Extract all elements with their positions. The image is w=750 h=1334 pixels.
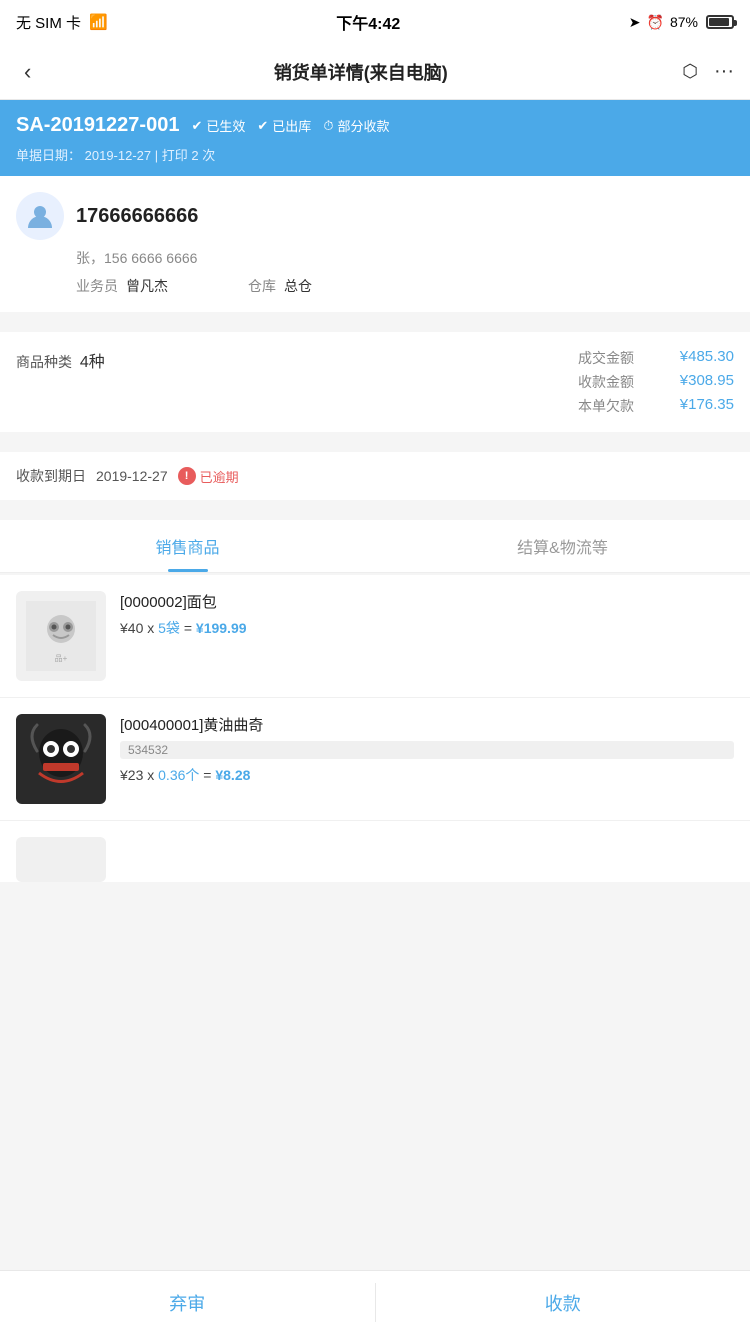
effective-icon: ✔ [191, 118, 202, 134]
category-count: 4种 [80, 354, 105, 371]
debt-row: 本单欠款 ¥176.35 [578, 396, 734, 416]
product-thumb-1: 品+ [16, 591, 106, 681]
battery-icon [706, 15, 734, 29]
status-left: 无 SIM 卡 📶 [16, 12, 108, 33]
sales-detail: 业务员 曾凡杰 [76, 276, 168, 296]
due-section: 收款到期日 2019-12-27 ! 已逾期 [0, 452, 750, 500]
nav-bar: ‹ 销货单详情(来自电脑) ⬡ ··· [0, 44, 750, 100]
divider-1 [0, 312, 750, 322]
product-price-1: ¥40 x 5袋 = ¥199.99 [120, 618, 734, 638]
warehouse-detail: 仓库 总仓 [248, 276, 312, 296]
badge-shipped: ✔ 已出库 [257, 116, 311, 135]
received-value: ¥308.95 [654, 372, 734, 392]
product-thumb-2 [16, 714, 106, 804]
product-qty-1: 5袋 [158, 620, 180, 636]
wifi-icon: 📶 [89, 13, 108, 31]
amount-label: 成交金额 [578, 348, 634, 368]
tabs-section: 销售商品 结算&物流等 [0, 520, 750, 573]
abandon-review-button[interactable]: 弃审 [0, 1271, 375, 1334]
tab-active-indicator [168, 569, 208, 572]
divider-2 [0, 432, 750, 442]
product-total-1: ¥199.99 [196, 620, 247, 636]
product-info-2: [000400001]黄油曲奇 534532 ¥23 x 0.36个 = ¥8.… [120, 714, 734, 804]
sales-label: 业务员 [76, 276, 118, 296]
tab-settlement[interactable]: 结算&物流等 [375, 520, 750, 572]
more-button[interactable]: ··· [714, 60, 734, 83]
status-bar: 无 SIM 卡 📶 下午4:42 ➤ ⏰ 87% [0, 0, 750, 44]
tab-sales-products[interactable]: 销售商品 [0, 520, 375, 572]
amount-value: ¥485.30 [654, 348, 734, 368]
products-section: 品+ [0000002]面包 ¥40 x 5袋 = ¥199.99 [0, 575, 750, 882]
debt-label: 本单欠款 [578, 396, 634, 416]
overdue-badge: ! 已逾期 [178, 467, 239, 486]
customer-section: 17666666666 张，156 6666 6666 业务员 曾凡杰 仓库 总… [0, 176, 750, 312]
customer-name-phone: 张，156 6666 6666 [76, 248, 734, 268]
nav-actions: ⬡ ··· [682, 60, 734, 83]
status-right: ➤ ⏰ 87% [629, 14, 734, 31]
partial-icon: ⏱ [323, 118, 333, 134]
page-title: 销货单详情(来自电脑) [274, 59, 448, 85]
order-number: SA-20191227-001 [16, 114, 179, 137]
received-label: 收款金额 [578, 372, 634, 392]
category-label: 商品种类 [16, 354, 72, 370]
product-total-2: ¥8.28 [215, 767, 250, 783]
customer-phone: 17666666666 [76, 205, 198, 228]
collect-payment-button[interactable]: 收款 [376, 1271, 750, 1334]
overdue-label: 已逾期 [200, 467, 239, 486]
badge-partial: ⏱ 部分收款 [323, 116, 389, 135]
battery-percent: 87% [670, 14, 698, 30]
product-tag-2: 534532 [120, 741, 734, 759]
location-icon: ➤ [629, 14, 641, 31]
due-date: 2019-12-27 [96, 468, 168, 484]
received-row: 收款金额 ¥308.95 [578, 372, 734, 392]
tabs-row: 销售商品 结算&物流等 [0, 520, 750, 572]
overdue-icon: ! [178, 467, 196, 485]
status-time: 下午4:42 [336, 10, 400, 34]
warehouse-label: 仓库 [248, 276, 276, 296]
carrier-label: 无 SIM 卡 [16, 12, 81, 33]
bottom-bar: 弃审 收款 [0, 1270, 750, 1334]
debt-value: ¥176.35 [654, 396, 734, 416]
back-button[interactable]: ‹ [16, 51, 39, 93]
amount-row: 成交金额 ¥485.30 [578, 348, 734, 368]
svg-text:品+: 品+ [55, 654, 68, 663]
order-meta: 单据日期： 2019-12-27 | 打印 2 次 [16, 145, 734, 164]
customer-row: 17666666666 [16, 192, 734, 240]
product-price-2: ¥23 x 0.36个 = ¥8.28 [120, 765, 734, 785]
product-info-1: [0000002]面包 ¥40 x 5袋 = ¥199.99 [120, 591, 734, 681]
product-qty-2: 0.36个 [158, 767, 199, 783]
avatar [16, 192, 64, 240]
summary-left: 商品种类 4种 [16, 348, 105, 372]
summary-right: 成交金额 ¥485.30 收款金额 ¥308.95 本单欠款 ¥176.35 [578, 348, 734, 416]
badge-effective: ✔ 已生效 [191, 116, 245, 135]
product-thumb-partial [16, 837, 106, 882]
bottom-spacer [0, 882, 750, 962]
product-item-2: [000400001]黄油曲奇 534532 ¥23 x 0.36个 = ¥8.… [0, 698, 750, 821]
warehouse-value: 总仓 [284, 276, 312, 296]
divider-3 [0, 500, 750, 510]
product-name-2: [000400001]黄油曲奇 [120, 714, 734, 735]
alarm-icon: ⏰ [647, 14, 664, 31]
product-item: 品+ [0000002]面包 ¥40 x 5袋 = ¥199.99 [0, 575, 750, 698]
share-button[interactable]: ⬡ [682, 61, 698, 82]
summary-section: 商品种类 4种 成交金额 ¥485.30 收款金额 ¥308.95 本单欠款 ¥… [0, 332, 750, 432]
customer-details: 业务员 曾凡杰 仓库 总仓 [76, 276, 734, 296]
product-name-1: [0000002]面包 [120, 591, 734, 612]
sales-value: 曾凡杰 [126, 276, 168, 296]
product-item-partial [0, 821, 750, 882]
shipped-icon: ✔ [257, 118, 268, 134]
due-label: 收款到期日 [16, 466, 86, 486]
order-header: SA-20191227-001 ✔ 已生效 ✔ 已出库 ⏱ 部分收款 单据日期：… [0, 100, 750, 176]
